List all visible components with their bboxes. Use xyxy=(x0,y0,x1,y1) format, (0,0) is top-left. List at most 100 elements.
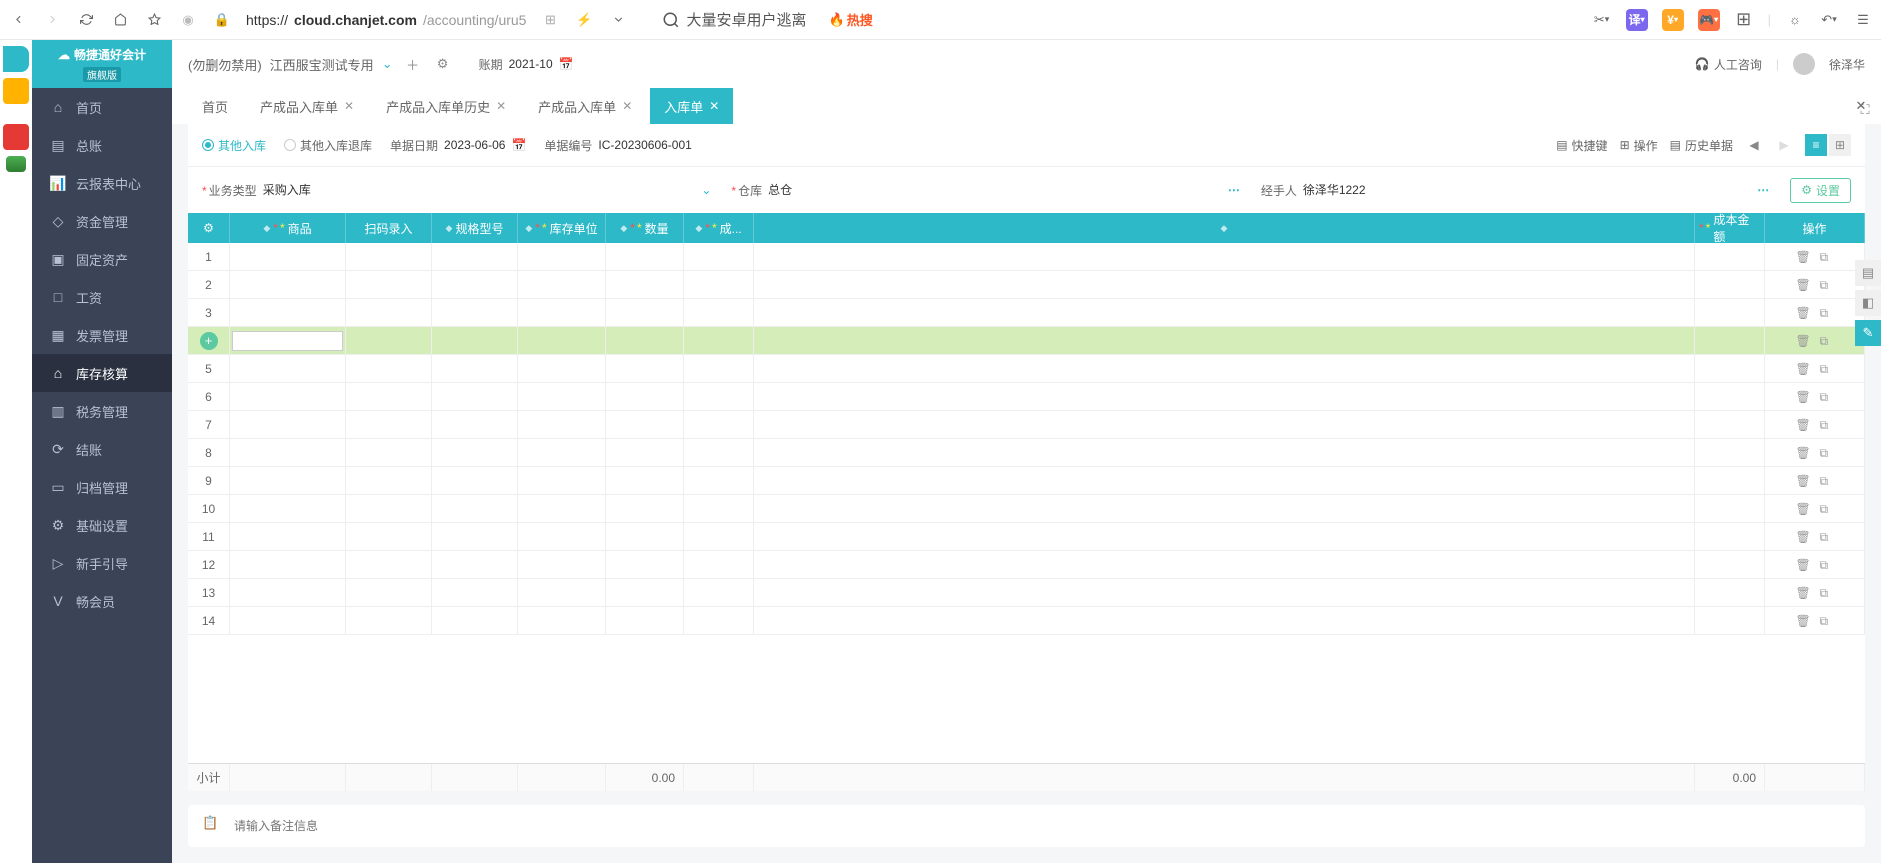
cell[interactable] xyxy=(606,523,684,550)
cell[interactable] xyxy=(432,495,518,522)
cell[interactable] xyxy=(1695,439,1765,466)
operate-button[interactable]: ⊞ 操作 xyxy=(1620,137,1658,154)
cell[interactable] xyxy=(754,439,1695,466)
cell[interactable] xyxy=(684,523,754,550)
cell-product[interactable] xyxy=(230,607,346,634)
cell-product[interactable] xyxy=(230,243,346,270)
cell[interactable] xyxy=(684,607,754,634)
cell[interactable] xyxy=(754,243,1695,270)
cell[interactable] xyxy=(754,551,1695,578)
cell[interactable] xyxy=(754,467,1695,494)
cell[interactable] xyxy=(684,383,754,410)
cell[interactable] xyxy=(346,243,432,270)
cell[interactable] xyxy=(518,411,606,438)
cell[interactable] xyxy=(606,495,684,522)
cell[interactable] xyxy=(606,439,684,466)
cell[interactable] xyxy=(518,551,606,578)
history-button[interactable]: ▤ 历史单据 xyxy=(1670,137,1733,154)
settings-button[interactable]: ⚙设置 xyxy=(1790,178,1851,203)
delete-row-icon[interactable]: 🗑 xyxy=(1796,558,1810,572)
cell[interactable] xyxy=(432,467,518,494)
warehouse-field[interactable]: 仓库 总仓 ⋯ xyxy=(731,177,1240,203)
cell[interactable] xyxy=(684,495,754,522)
dock-app-1[interactable] xyxy=(3,46,29,72)
cell[interactable] xyxy=(684,243,754,270)
view-list-icon[interactable]: ≡ xyxy=(1805,134,1827,156)
cell[interactable] xyxy=(754,383,1695,410)
col-unit[interactable]: ◆*库存单位 xyxy=(518,213,606,243)
rdock-3[interactable]: ✎ xyxy=(1855,320,1881,346)
cell-product[interactable] xyxy=(230,551,346,578)
cell[interactable] xyxy=(432,523,518,550)
sidebar-item-vip[interactable]: V畅会员 xyxy=(32,582,172,620)
table-row[interactable]: 5🗑⧉ xyxy=(188,355,1865,383)
delete-row-icon[interactable]: 🗑 xyxy=(1796,502,1810,516)
cell[interactable] xyxy=(1695,355,1765,382)
cell[interactable] xyxy=(606,243,684,270)
cell[interactable] xyxy=(432,411,518,438)
rdock-1[interactable]: ▤ xyxy=(1855,260,1881,286)
cell[interactable] xyxy=(754,327,1695,354)
dock-app-4[interactable] xyxy=(6,156,26,172)
copy-row-icon[interactable]: ⧉ xyxy=(1820,334,1834,348)
delete-row-icon[interactable]: 🗑 xyxy=(1796,362,1810,376)
cell[interactable] xyxy=(1695,579,1765,606)
cell-product[interactable] xyxy=(230,579,346,606)
cell[interactable] xyxy=(518,607,606,634)
cell[interactable] xyxy=(754,495,1695,522)
copy-row-icon[interactable]: ⧉ xyxy=(1820,502,1834,516)
cell-product[interactable] xyxy=(230,355,346,382)
close-icon[interactable]: ✕ xyxy=(496,99,506,113)
cell[interactable] xyxy=(346,299,432,326)
org-selector[interactable]: (勿删勿禁用) 江西服宝测试专用 ⌄ xyxy=(188,55,393,74)
wallet-icon[interactable]: ¥▾ xyxy=(1662,9,1684,31)
sidebar-item-tax[interactable]: ▥税务管理 xyxy=(32,392,172,430)
doc-date-field[interactable]: 单据日期 2023-06-06 📅 xyxy=(390,137,526,154)
user-name[interactable]: 徐泽华 xyxy=(1829,56,1865,73)
fullscreen-icon[interactable]: ⛶ xyxy=(1855,100,1875,120)
cell[interactable] xyxy=(606,271,684,298)
cell[interactable] xyxy=(346,523,432,550)
sidebar-item-inventory[interactable]: ⌂库存核算 xyxy=(32,354,172,392)
delete-row-icon[interactable]: 🗑 xyxy=(1796,446,1810,460)
close-icon[interactable]: ✕ xyxy=(709,99,719,113)
cell[interactable] xyxy=(1695,551,1765,578)
cell[interactable] xyxy=(684,411,754,438)
copy-row-icon[interactable]: ⧉ xyxy=(1820,362,1834,376)
view-grid-icon[interactable]: ⊞ xyxy=(1829,134,1851,156)
cell[interactable] xyxy=(432,355,518,382)
game-icon[interactable]: 🎮▾ xyxy=(1698,9,1720,31)
copy-row-icon[interactable]: ⧉ xyxy=(1820,558,1834,572)
cell[interactable] xyxy=(684,299,754,326)
dock-app-2[interactable] xyxy=(3,78,29,104)
delete-row-icon[interactable]: 🗑 xyxy=(1796,418,1810,432)
cell[interactable] xyxy=(518,271,606,298)
tab-inbound-1[interactable]: 产成品入库单✕ xyxy=(246,88,368,124)
close-icon[interactable]: ✕ xyxy=(344,99,354,113)
cell-product[interactable] xyxy=(230,439,346,466)
product-input[interactable] xyxy=(232,331,342,351)
delete-row-icon[interactable]: 🗑 xyxy=(1796,390,1810,404)
cell[interactable] xyxy=(432,551,518,578)
close-icon[interactable]: ✕ xyxy=(622,99,632,113)
sidebar-item-funds[interactable]: ◇资金管理 xyxy=(32,202,172,240)
table-row[interactable]: 9🗑⧉ xyxy=(188,467,1865,495)
cell[interactable] xyxy=(684,551,754,578)
shield-icon[interactable]: ◉ xyxy=(178,10,198,30)
sidebar-item-invoice[interactable]: ▦发票管理 xyxy=(32,316,172,354)
copy-row-icon[interactable]: ⧉ xyxy=(1820,250,1834,264)
delete-row-icon[interactable]: 🗑 xyxy=(1796,306,1810,320)
copy-row-icon[interactable]: ⧉ xyxy=(1820,306,1834,320)
sidebar-item-archive[interactable]: ▭归档管理 xyxy=(32,468,172,506)
cell[interactable] xyxy=(754,355,1695,382)
delete-row-icon[interactable]: 🗑 xyxy=(1796,530,1810,544)
cell[interactable] xyxy=(684,355,754,382)
brand-logo[interactable]: ☁ 畅捷通好会计 旗舰版 xyxy=(32,40,172,88)
cell[interactable] xyxy=(606,383,684,410)
cell[interactable] xyxy=(1695,327,1765,354)
copy-row-icon[interactable]: ⧉ xyxy=(1820,278,1834,292)
table-row[interactable]: 2🗑⧉ xyxy=(188,271,1865,299)
cell[interactable] xyxy=(346,383,432,410)
handler-field[interactable]: 经手人 徐泽华1222 ⋯ xyxy=(1261,177,1770,203)
sun-icon[interactable]: ☼ xyxy=(1785,10,1805,30)
